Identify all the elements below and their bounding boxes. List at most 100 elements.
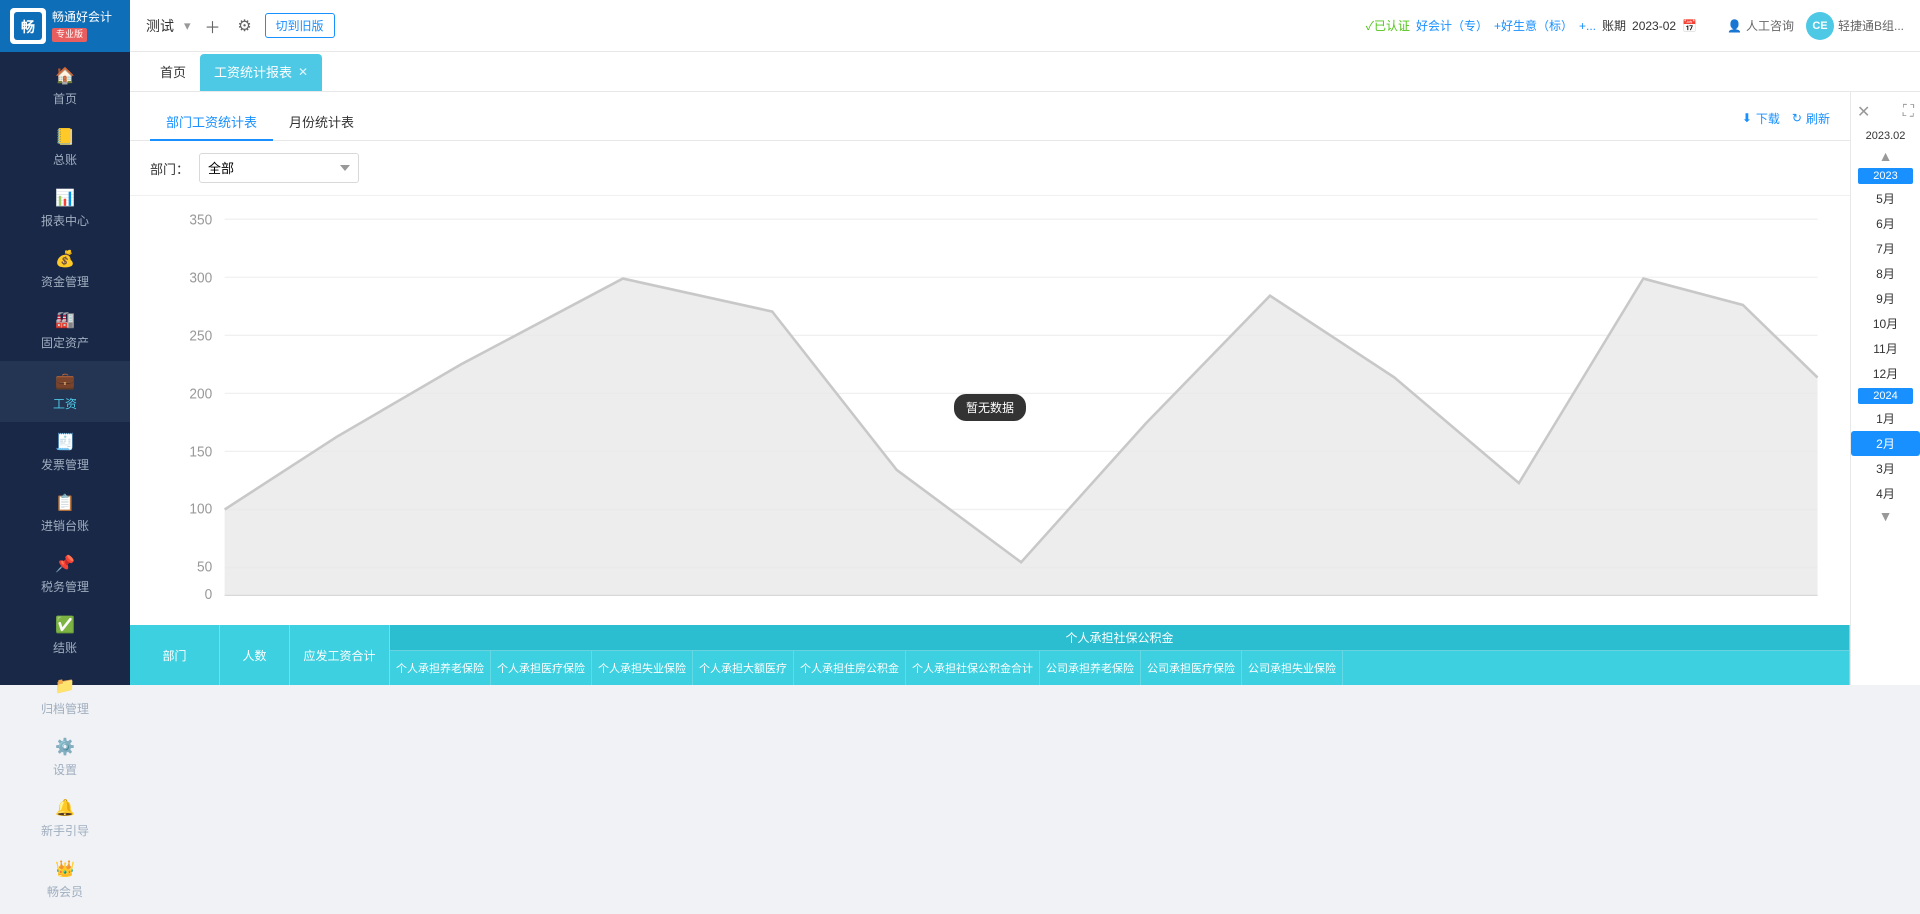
close-date-panel-btn[interactable]: ✕ — [1857, 102, 1870, 122]
tabbar: 首页 工资统计报表 ✕ — [130, 52, 1920, 92]
settle-icon: ✅ — [55, 615, 75, 635]
verified-status: ✓已认证 — [1366, 17, 1410, 34]
month-2023-5[interactable]: 5月 — [1851, 186, 1920, 211]
good-biz-status: +好生意（标） — [1494, 17, 1573, 34]
date-prev-btn[interactable]: ▲ — [1851, 146, 1920, 166]
right-date-sidebar: ✕ ⛶ 2023.02 ▲ 2023 5月 6月 7月 8月 9月 10月 11… — [1850, 92, 1920, 685]
month-2023-6[interactable]: 6月 — [1851, 211, 1920, 236]
sidebar-item-settings[interactable]: ⚙️ 设置 — [0, 727, 130, 788]
archive-icon: 📁 — [55, 676, 75, 696]
download-button[interactable]: ⬇ 下载 — [1742, 110, 1780, 127]
service-icon: 👤 — [1727, 19, 1742, 33]
svg-text:100: 100 — [189, 500, 212, 516]
month-2024-3[interactable]: 3月 — [1851, 456, 1920, 481]
sub-tab-monthly[interactable]: 月份统计表 — [273, 104, 370, 141]
sub-tab-dept[interactable]: 部门工资统计表 — [150, 104, 273, 141]
user-profile[interactable]: CE 轻捷通B组... — [1806, 12, 1904, 40]
tab-salary-stats[interactable]: 工资统计报表 ✕ — [200, 54, 322, 91]
sales-icon: 📋 — [55, 493, 75, 513]
more-status: +... — [1579, 19, 1596, 33]
tab-home[interactable]: 首页 — [146, 54, 200, 91]
tab-close-btn[interactable]: ✕ — [298, 65, 308, 79]
sidebar-item-settle[interactable]: ✅ 结账 — [0, 605, 130, 666]
sidebar-item-home[interactable]: 🏠 首页 — [0, 56, 130, 117]
year-badge-2023[interactable]: 2023 — [1858, 168, 1913, 184]
main-content: 测试 ▾ ＋ ⚙ 切到旧版 ✓已认证 好会计（专） +好生意（标） +... 账… — [130, 0, 1920, 685]
sidebar-item-archive[interactable]: 📁 归档管理 — [0, 666, 130, 727]
sidebar-item-reports[interactable]: 📊 报表中心 — [0, 178, 130, 239]
svg-text:200: 200 — [189, 385, 212, 401]
table-col-dept: 部门 — [130, 625, 220, 685]
month-2024-4[interactable]: 4月 — [1851, 481, 1920, 506]
sidebar-item-ledger[interactable]: 📒 总账 — [0, 117, 130, 178]
guide-icon: 🔔 — [55, 798, 75, 818]
month-2023-12[interactable]: 12月 — [1851, 361, 1920, 386]
sub-tab-actions: ⬇ 下载 ↻ 刷新 — [1742, 110, 1830, 135]
add-button[interactable]: ＋ — [201, 14, 225, 38]
service-label: 人工咨询 — [1746, 17, 1794, 34]
refresh-button[interactable]: ↻ 刷新 — [1792, 110, 1830, 127]
salary-icon: 💼 — [55, 371, 75, 391]
chart-tooltip: 暂无数据 — [954, 394, 1026, 421]
sidebar-item-salary[interactable]: 💼 工资 — [0, 361, 130, 422]
table-col-personal-unemployment: 个人承担失业保险 — [592, 651, 693, 685]
invoice-icon: 🧾 — [55, 432, 75, 452]
topbar-right: 👤 人工咨询 CE 轻捷通B组... — [1727, 12, 1904, 40]
svg-text:350: 350 — [189, 211, 212, 227]
logo-badge: 专业版 — [52, 28, 87, 42]
sidebar-item-sales[interactable]: 📋 进销台账 — [0, 483, 130, 544]
sidebar-item-assets[interactable]: 🏭 固定资产 — [0, 300, 130, 361]
logo-icon: 畅 — [10, 8, 46, 44]
tax-icon: 📌 — [55, 554, 75, 574]
date-next-btn[interactable]: ▼ — [1851, 506, 1920, 526]
dept-filter-label: 部门： — [150, 159, 189, 178]
svg-text:150: 150 — [189, 443, 212, 459]
year-badge-2024[interactable]: 2024 — [1858, 388, 1913, 404]
sidebar-item-member[interactable]: 👑 畅会员 — [0, 849, 130, 910]
settings-button[interactable]: ⚙ — [233, 14, 257, 38]
month-2023-8[interactable]: 8月 — [1851, 261, 1920, 286]
sidebar-item-guide[interactable]: 🔔 新手引导 — [0, 788, 130, 849]
topbar-dropdown-arrow[interactable]: ▾ — [184, 18, 191, 34]
month-2023-9[interactable]: 9月 — [1851, 286, 1920, 311]
calendar-icon[interactable]: 📅 — [1682, 19, 1697, 33]
table-group-personal-cols: 个人承担养老保险 个人承担医疗保险 个人承担失业保险 个人承担大额医疗 个人承担 — [390, 651, 1849, 685]
table-col-personal-total: 个人承担社保公积金合计 — [906, 651, 1040, 685]
table-footer: 部门 人数 应发工资合计 个人承担社保公积金 个人承担养老保险 — [130, 625, 1850, 685]
date-year-2023: 2023 5月 6月 7月 8月 9月 10月 11月 12月 — [1851, 166, 1920, 386]
user-service-btn[interactable]: 👤 人工咨询 — [1727, 17, 1794, 34]
table-col-headcount: 人数 — [220, 625, 290, 685]
month-2023-7[interactable]: 7月 — [1851, 236, 1920, 261]
table-col-total-salary: 应发工资合计 — [290, 625, 390, 685]
date-panel-title: 2023.02 — [1851, 126, 1920, 146]
month-2023-11[interactable]: 11月 — [1851, 336, 1920, 361]
table-col-personal-medical: 个人承担医疗保险 — [491, 651, 592, 685]
table-col-personal-major-medical: 个人承担大额医疗 — [693, 651, 794, 685]
topbar-actions: ＋ ⚙ 切到旧版 — [201, 13, 335, 38]
settings-icon: ⚙️ — [55, 737, 75, 757]
svg-text:250: 250 — [189, 327, 212, 343]
table-col-personal-housing-fund: 个人承担住房公积金 — [794, 651, 906, 685]
user-name: 轻捷通B组... — [1838, 17, 1904, 34]
home-icon: 🏠 — [55, 66, 75, 86]
month-2024-2[interactable]: 2月 — [1851, 431, 1920, 456]
sub-tabs: 部门工资统计表 月份统计表 ⬇ 下载 ↻ 刷新 — [130, 92, 1850, 141]
chart-area: 0 50 100 150 200 250 300 350 暂无 — [130, 196, 1850, 625]
month-2024-1[interactable]: 1月 — [1851, 406, 1920, 431]
assets-icon: 🏭 — [55, 310, 75, 330]
topbar-title: 测试 — [146, 16, 174, 36]
svg-text:畅: 畅 — [21, 19, 35, 35]
sidebar-item-funds[interactable]: 💰 资金管理 — [0, 239, 130, 300]
switch-version-button[interactable]: 切到旧版 — [265, 13, 335, 38]
sidebar-item-invoice[interactable]: 🧾 发票管理 — [0, 422, 130, 483]
dept-filter-select[interactable]: 全部 财务部 销售部 人事部 技术部 — [199, 153, 359, 183]
month-2023-10[interactable]: 10月 — [1851, 311, 1920, 336]
sidebar-item-tax[interactable]: 📌 税务管理 — [0, 544, 130, 605]
period-value: 2023-02 — [1632, 19, 1676, 33]
refresh-icon: ↻ — [1792, 111, 1802, 125]
good-account-status: 好会计（专） — [1416, 17, 1488, 34]
expand-date-panel-btn[interactable]: ⛶ — [1903, 103, 1914, 121]
period-label: 账期 — [1602, 17, 1626, 34]
sidebar-nav: 🏠 首页 📒 总账 📊 报表中心 💰 资金管理 🏭 固定资产 💼 工资 🧾 发票… — [0, 52, 130, 914]
filter-bar: 部门： 全部 财务部 销售部 人事部 技术部 — [130, 141, 1850, 196]
